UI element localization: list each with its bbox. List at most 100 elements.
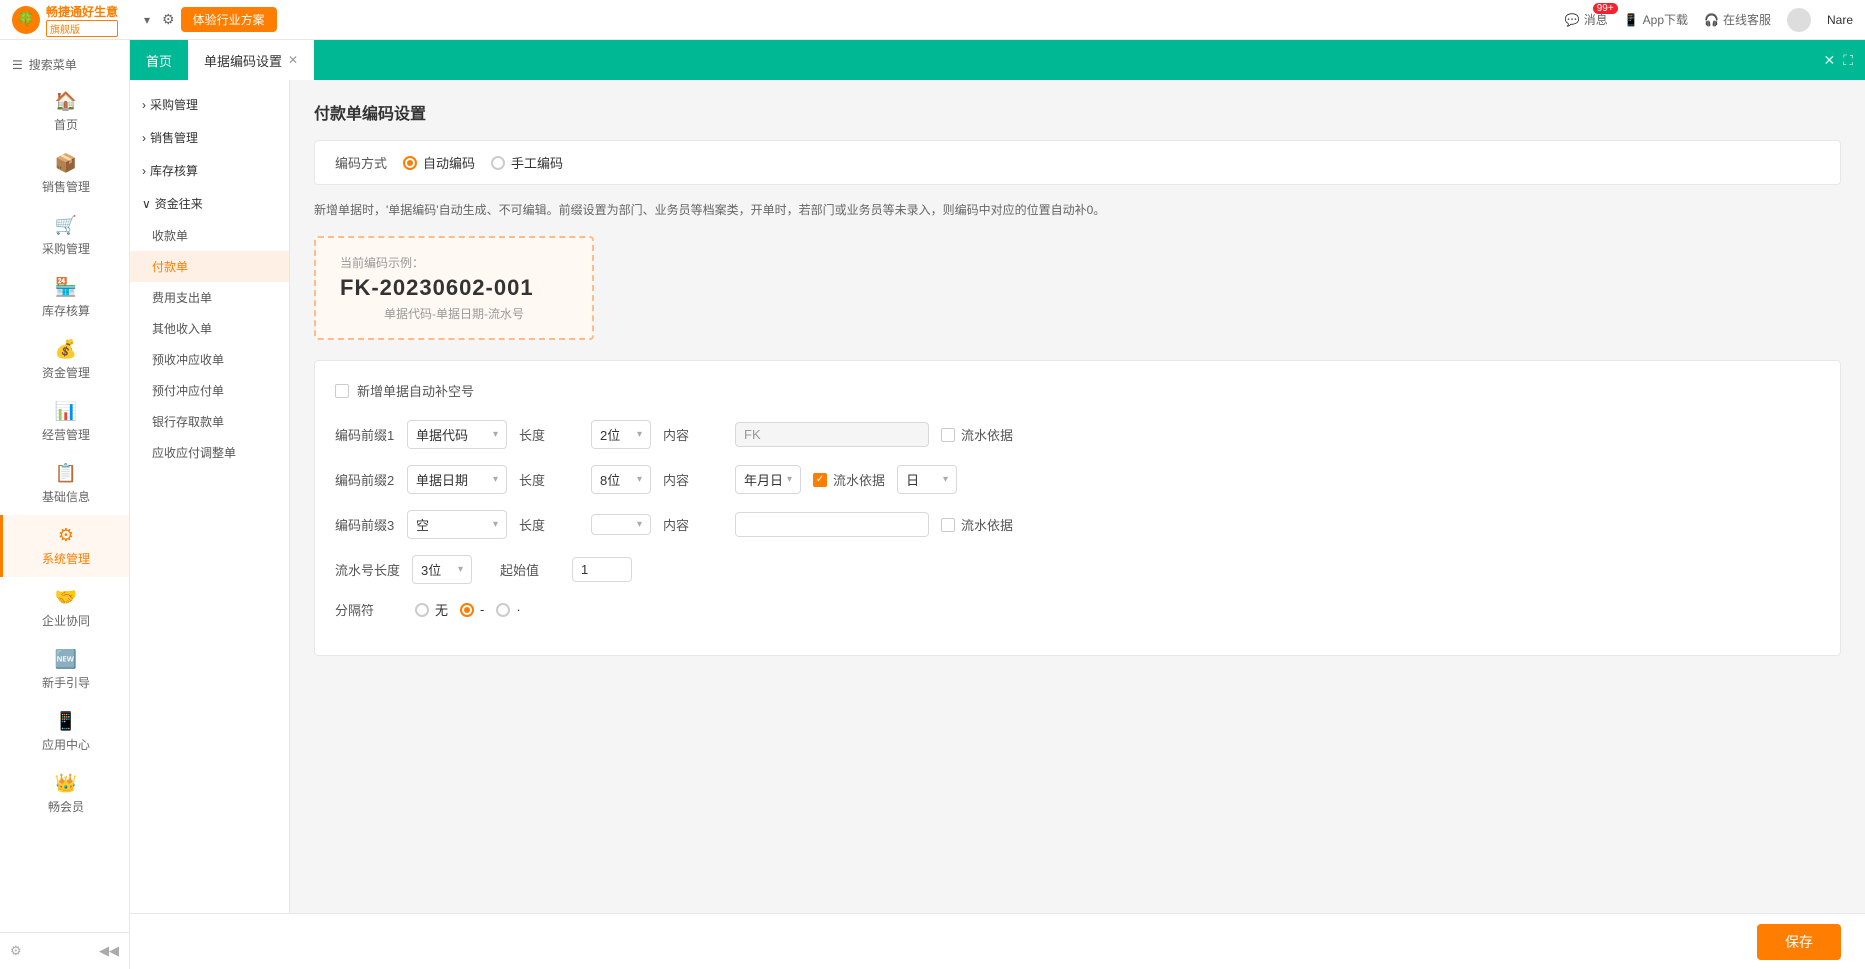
content-area: › 采购管理 › 销售管理 › 库存核算 (130, 80, 1865, 913)
app-download-button[interactable]: 📱 App下载 (1624, 11, 1688, 28)
search-icon: ☰ (12, 58, 23, 72)
sidebar-item-home[interactable]: 🏠 首页 (0, 81, 129, 143)
tab-bar: 首页 单据编码设置 ✕ ✕ ⛶ (130, 40, 1865, 80)
tab-expand-icon[interactable]: ⛶ (1843, 52, 1853, 69)
sub-menu-item-payment[interactable]: 付款单 (130, 251, 289, 282)
auto-fill-checkbox[interactable] (335, 384, 349, 398)
start-value-input[interactable] (572, 557, 632, 582)
user-name[interactable]: Nare (1827, 13, 1853, 27)
auto-radio-button[interactable] (403, 156, 417, 170)
sub-menu-item-bank[interactable]: 银行存取款单 (130, 406, 289, 437)
purchase-icon: 🛒 (55, 215, 77, 236)
system-icon: ⚙ (58, 525, 74, 546)
sidebar: ☰ 搜索菜单 🏠 首页 📦 销售管理 🛒 采购管理 🏪 库存核算 💰 资 (0, 40, 130, 969)
sep-dash-btn[interactable] (460, 603, 474, 617)
nav-dropdown[interactable]: ▾ (138, 11, 156, 29)
separator-label: 分隔符 (335, 600, 395, 619)
manual-radio-button[interactable] (491, 156, 505, 170)
chevron-down-icon-5: ▾ (787, 474, 792, 485)
sub-menu-header-purchase[interactable]: › 采购管理 (130, 88, 289, 121)
prefix3-row: 编码前缀3 空 ▾ 长度 ▾ 内容 (335, 510, 1820, 539)
sub-menu-capital: ∨ 资金往来 收款单 付款单 费用支出单 其他收入单 预收冲应收单 预付冲应付单… (130, 187, 289, 468)
chevron-down-icon-8: ▾ (637, 519, 642, 530)
sep-none-btn[interactable] (415, 603, 429, 617)
sub-menu-item-expense[interactable]: 费用支出单 (130, 282, 289, 313)
prefix2-length-select[interactable]: 8位 ▾ (591, 465, 651, 494)
sidebar-item-guide[interactable]: 🆕 新手引导 (0, 639, 129, 701)
sidebar-item-system[interactable]: ⚙ 系统管理 (0, 515, 129, 577)
trial-button[interactable]: 体验行业方案 (181, 7, 277, 32)
separator-row: 分隔符 无 - · (335, 600, 1820, 619)
footer-settings-icon[interactable]: ⚙ (10, 943, 22, 959)
prefix1-serial-cb[interactable] (941, 428, 955, 442)
sub-menu-item-prepay-offset[interactable]: 预收冲应收单 (130, 344, 289, 375)
sidebar-item-basic[interactable]: 📋 基础信息 (0, 453, 129, 515)
encoding-radio-group: 自动编码 手工编码 (403, 153, 563, 172)
sep-dot-btn[interactable] (496, 603, 510, 617)
tab-close-all-icon[interactable]: ✕ (1823, 52, 1835, 69)
sub-menu-item-advance-offset[interactable]: 预付冲应付单 (130, 375, 289, 406)
prefix2-row: 编码前缀2 单据日期 ▾ 长度 8位 ▾ 内容 年月日 (335, 465, 1820, 494)
start-value-label: 起始值 (500, 560, 560, 579)
info-text: 新增单据时，'单据编码'自动生成、不可编辑。前缀设置为部门、业务员等档案类，开单… (314, 201, 1841, 220)
prefix2-serial-cb[interactable]: ✓ (813, 473, 827, 487)
sidebar-item-member[interactable]: 👑 畅会员 (0, 763, 129, 825)
manual-encoding-radio[interactable]: 手工编码 (491, 153, 563, 172)
sidebar-item-appstore[interactable]: 📱 应用中心 (0, 701, 129, 763)
prefix2-serial-select[interactable]: 日 ▾ (897, 465, 957, 494)
search-menu[interactable]: ☰ 搜索菜单 (0, 48, 129, 81)
sep-none-radio[interactable]: 无 (415, 600, 448, 619)
chevron-down-icon-4: ▾ (637, 474, 642, 485)
prefix3-serial-cb[interactable] (941, 518, 955, 532)
save-button[interactable]: 保存 (1757, 924, 1841, 960)
tab-close-icon[interactable]: ✕ (288, 53, 298, 67)
sub-menu-item-adjustment[interactable]: 应收应付调整单 (130, 437, 289, 468)
chevron-down-icon-2: ▾ (637, 429, 642, 440)
sidebar-item-purchase[interactable]: 🛒 采购管理 (0, 205, 129, 267)
sidebar-item-finance[interactable]: 💰 资金管理 (0, 329, 129, 391)
collab-icon: 🤝 (55, 587, 77, 608)
sub-menu-header-inventory[interactable]: › 库存核算 (130, 154, 289, 187)
inventory-icon: 🏪 (55, 277, 77, 298)
serial-length-row: 流水号长度 3位 ▾ 起始值 (335, 555, 1820, 584)
tab-encoding-settings[interactable]: 单据编码设置 ✕ (188, 40, 314, 80)
sub-menu-header-capital[interactable]: ∨ 资金往来 (130, 187, 289, 220)
arrow-right-icon-inventory: › (142, 164, 146, 178)
sidebar-item-sales[interactable]: 📦 销售管理 (0, 143, 129, 205)
sidebar-item-ops[interactable]: 📊 经营管理 (0, 391, 129, 453)
arrow-down-icon-capital: ∨ (142, 197, 151, 211)
prefix3-length-label: 长度 (519, 515, 579, 534)
sep-dot-radio[interactable]: · (496, 602, 520, 617)
bottom-bar: 保存 (130, 913, 1865, 969)
auto-encoding-radio[interactable]: 自动编码 (403, 153, 475, 172)
sidebar-nav: ☰ 搜索菜单 🏠 首页 📦 销售管理 🛒 采购管理 🏪 库存核算 💰 资 (0, 40, 129, 932)
prefix2-content-select[interactable]: 年月日 ▾ (735, 465, 801, 494)
prefix1-length-select[interactable]: 2位 ▾ (591, 420, 651, 449)
prefix2-serial-checkbox[interactable]: ✓ 流水依据 (813, 470, 885, 489)
prefix3-serial-checkbox[interactable]: 流水依据 (941, 515, 1013, 534)
prefix1-label: 编码前缀1 (335, 425, 395, 444)
sub-menu-header-sales[interactable]: › 销售管理 (130, 121, 289, 154)
serial-length-select[interactable]: 3位 ▾ (412, 555, 472, 584)
sidebar-item-inventory[interactable]: 🏪 库存核算 (0, 267, 129, 329)
prefix3-content-input[interactable] (735, 512, 929, 537)
sidebar-item-collab[interactable]: 🤝 企业协同 (0, 577, 129, 639)
message-button[interactable]: 💬 消息 99+ (1565, 11, 1608, 28)
settings-icon[interactable]: ⚙ (162, 11, 175, 28)
prefix3-select[interactable]: 空 ▾ (407, 510, 507, 539)
sub-menu-item-other-income[interactable]: 其他收入单 (130, 313, 289, 344)
sub-menu-item-receipt[interactable]: 收款单 (130, 220, 289, 251)
prefix3-length-select[interactable]: ▾ (591, 514, 651, 535)
prefix1-serial-checkbox[interactable]: 流水依据 (941, 425, 1013, 444)
user-avatar[interactable] (1787, 8, 1811, 32)
form-section: 新增单据自动补空号 编码前缀1 单据代码 ▾ 长度 2位 ▾ (314, 360, 1841, 656)
tab-home[interactable]: 首页 (130, 40, 188, 80)
online-service-button[interactable]: 🎧 在线客服 (1704, 11, 1771, 28)
prefix1-select[interactable]: 单据代码 ▾ (407, 420, 507, 449)
footer-collapse-icon[interactable]: ◀◀ (99, 943, 119, 959)
sub-sidebar: › 采购管理 › 销售管理 › 库存核算 (130, 80, 290, 913)
prefix2-select[interactable]: 单据日期 ▾ (407, 465, 507, 494)
sep-dash-radio[interactable]: - (460, 602, 484, 617)
chevron-down-icon-7: ▾ (493, 519, 498, 530)
sales-icon: 📦 (55, 153, 77, 174)
